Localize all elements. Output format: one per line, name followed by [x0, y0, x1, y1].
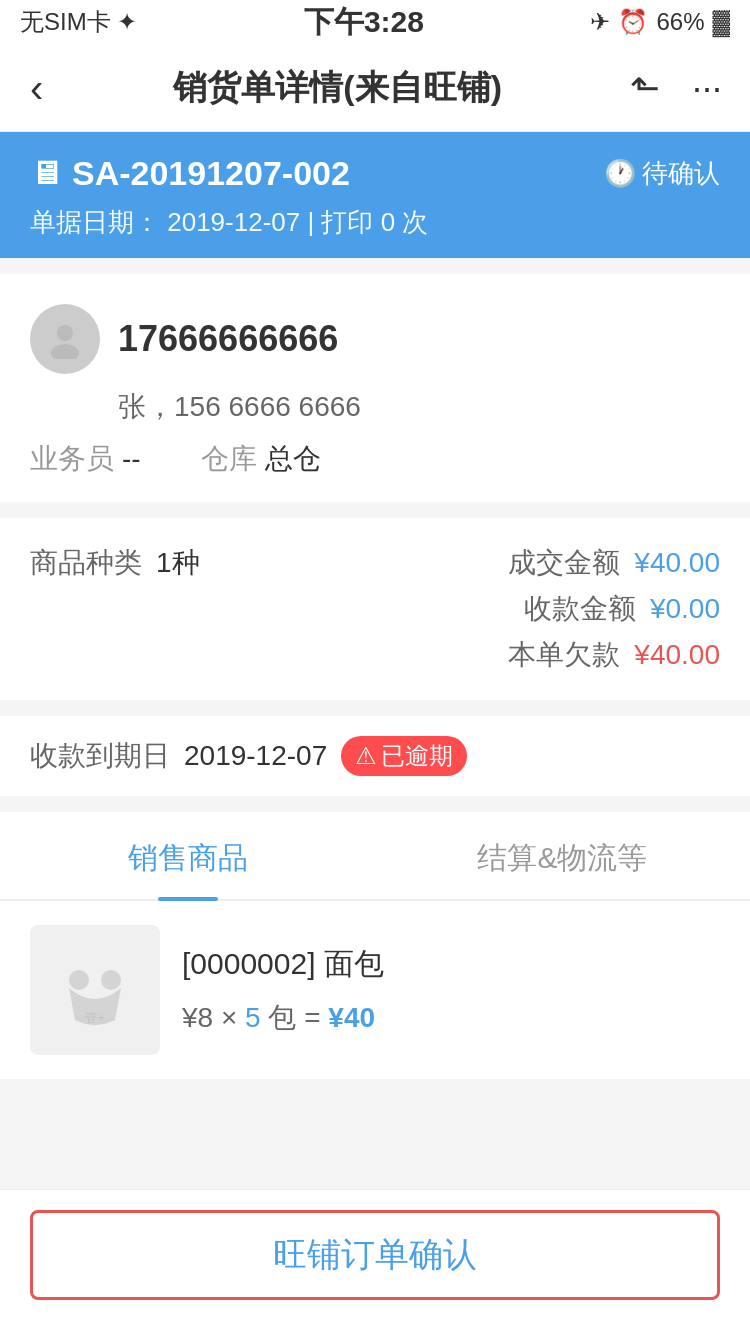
order-id: 🖥 SA-20191207-002	[30, 154, 350, 193]
overdue-badge: ⚠ 已逾期	[341, 736, 467, 776]
summary-right: 成交金额 ¥40.00 收款金额 ¥0.00 本单欠款 ¥40.00	[508, 544, 720, 674]
product-title: 面包	[324, 947, 384, 980]
warehouse-label: 仓库	[201, 440, 257, 478]
page-title: 销货单详情(来自旺铺)	[53, 65, 622, 111]
amount-label-2: 本单欠款	[508, 636, 620, 674]
product-thumbnail: 管+	[30, 925, 160, 1055]
tab-sales-products[interactable]: 销售商品	[0, 812, 375, 899]
type-value: 1种	[156, 544, 200, 582]
amount-label-1: 收款金额	[524, 590, 636, 628]
multiply-sign: ×	[221, 1002, 245, 1033]
amount-value-0: ¥40.00	[634, 547, 720, 579]
confirm-order-button[interactable]: 旺铺订单确认	[30, 1210, 720, 1300]
order-icon: 🖥	[30, 155, 62, 192]
due-section: 收款到期日 2019-12-07 ⚠ 已逾期	[0, 716, 750, 796]
order-status-text: 待确认	[642, 156, 720, 191]
print-info: | 打印 0 次	[307, 207, 428, 237]
svg-point-1	[51, 344, 79, 359]
summary-section: 商品种类 1种 成交金额 ¥40.00 收款金额 ¥0.00 本单欠款 ¥40.…	[0, 518, 750, 700]
product-qty: 5	[245, 1002, 261, 1033]
tabs-row: 销售商品 结算&物流等	[0, 812, 750, 901]
amount-row-0: 成交金额 ¥40.00	[508, 544, 720, 582]
salesperson-label: 业务员	[30, 440, 114, 478]
salesperson-value: --	[122, 443, 141, 475]
nav-bar: ‹ 销货单详情(来自旺铺) ⬑ ···	[0, 44, 750, 132]
battery-icon: ▓	[713, 8, 731, 36]
amount-row-2: 本单欠款 ¥40.00	[508, 636, 720, 674]
product-name: [0000002] 面包	[182, 944, 720, 985]
avatar	[30, 304, 100, 374]
status-bar-time: 下午3:28	[304, 2, 424, 43]
product-info: [0000002] 面包 ¥8 × 5 包 = ¥40	[182, 944, 720, 1037]
due-date: 2019-12-07	[184, 740, 327, 772]
product-section: 管+ [0000002] 面包 ¥8 × 5 包 = ¥40	[0, 901, 750, 1079]
status-bar-left: 无SIM卡 ✦	[20, 6, 137, 38]
tabs-section: 销售商品 结算&物流等 管+ [0000002] 面包	[0, 812, 750, 1079]
customer-section: 17666666666 张，156 6666 6666 业务员 -- 仓库 总仓	[0, 274, 750, 502]
date-value: 2019-12-07	[167, 207, 300, 237]
svg-point-2	[69, 970, 89, 990]
svg-point-0	[57, 325, 73, 341]
alarm-icon: ⏰	[618, 8, 648, 36]
order-status: 🕐 待确认	[604, 156, 720, 191]
product-code: [0000002]	[182, 947, 315, 980]
price-value: ¥8	[182, 1002, 213, 1033]
product-total: ¥40	[328, 1002, 375, 1033]
customer-name: 张，156 6666 6666	[30, 388, 720, 426]
warehouse-item: 仓库 总仓	[201, 440, 321, 478]
back-button[interactable]: ‹	[20, 58, 53, 118]
product-unit: 包	[268, 1002, 296, 1033]
nav-actions: ⬑ ···	[622, 63, 730, 113]
status-bar: 无SIM卡 ✦ 下午3:28 ✈ ⏰ 66% ▓	[0, 0, 750, 44]
order-header: 🖥 SA-20191207-002 🕐 待确认 单据日期： 2019-12-07…	[0, 132, 750, 258]
location-icon: ✈	[590, 8, 610, 36]
share-button[interactable]: ⬑	[622, 63, 668, 113]
type-label: 商品种类	[30, 544, 142, 582]
warning-icon: ⚠	[355, 742, 377, 770]
order-date: 单据日期： 2019-12-07 | 打印 0 次	[30, 205, 720, 240]
product-price: ¥8 × 5 包 = ¥40	[182, 999, 720, 1037]
due-label: 收款到期日	[30, 737, 170, 775]
tab-settlement-logistics[interactable]: 结算&物流等	[375, 812, 750, 899]
amount-label-0: 成交金额	[508, 544, 620, 582]
battery-text: 66%	[656, 8, 704, 36]
svg-text:管+: 管+	[85, 1011, 104, 1025]
customer-meta: 业务员 -- 仓库 总仓	[30, 440, 720, 478]
warehouse-value: 总仓	[265, 440, 321, 478]
overdue-text: 已逾期	[381, 740, 453, 772]
summary-left: 商品种类 1种	[30, 544, 508, 582]
order-id-text: SA-20191207-002	[72, 154, 350, 193]
more-button[interactable]: ···	[684, 63, 730, 113]
svg-point-3	[101, 970, 121, 990]
sim-wifi-text: 无SIM卡 ✦	[20, 6, 137, 38]
bottom-bar: 旺铺订单确认	[0, 1189, 750, 1334]
amount-value-2: ¥40.00	[634, 639, 720, 671]
equals-sign: =	[304, 1002, 328, 1033]
customer-phone: 17666666666	[118, 318, 338, 360]
status-bar-right: ✈ ⏰ 66% ▓	[590, 8, 730, 36]
date-label: 单据日期：	[30, 207, 160, 237]
amount-row-1: 收款金额 ¥0.00	[524, 590, 720, 628]
product-item: 管+ [0000002] 面包 ¥8 × 5 包 = ¥40	[30, 925, 720, 1055]
amount-value-1: ¥0.00	[650, 593, 720, 625]
clock-icon: 🕐	[604, 158, 636, 189]
salesperson-item: 业务员 --	[30, 440, 141, 478]
